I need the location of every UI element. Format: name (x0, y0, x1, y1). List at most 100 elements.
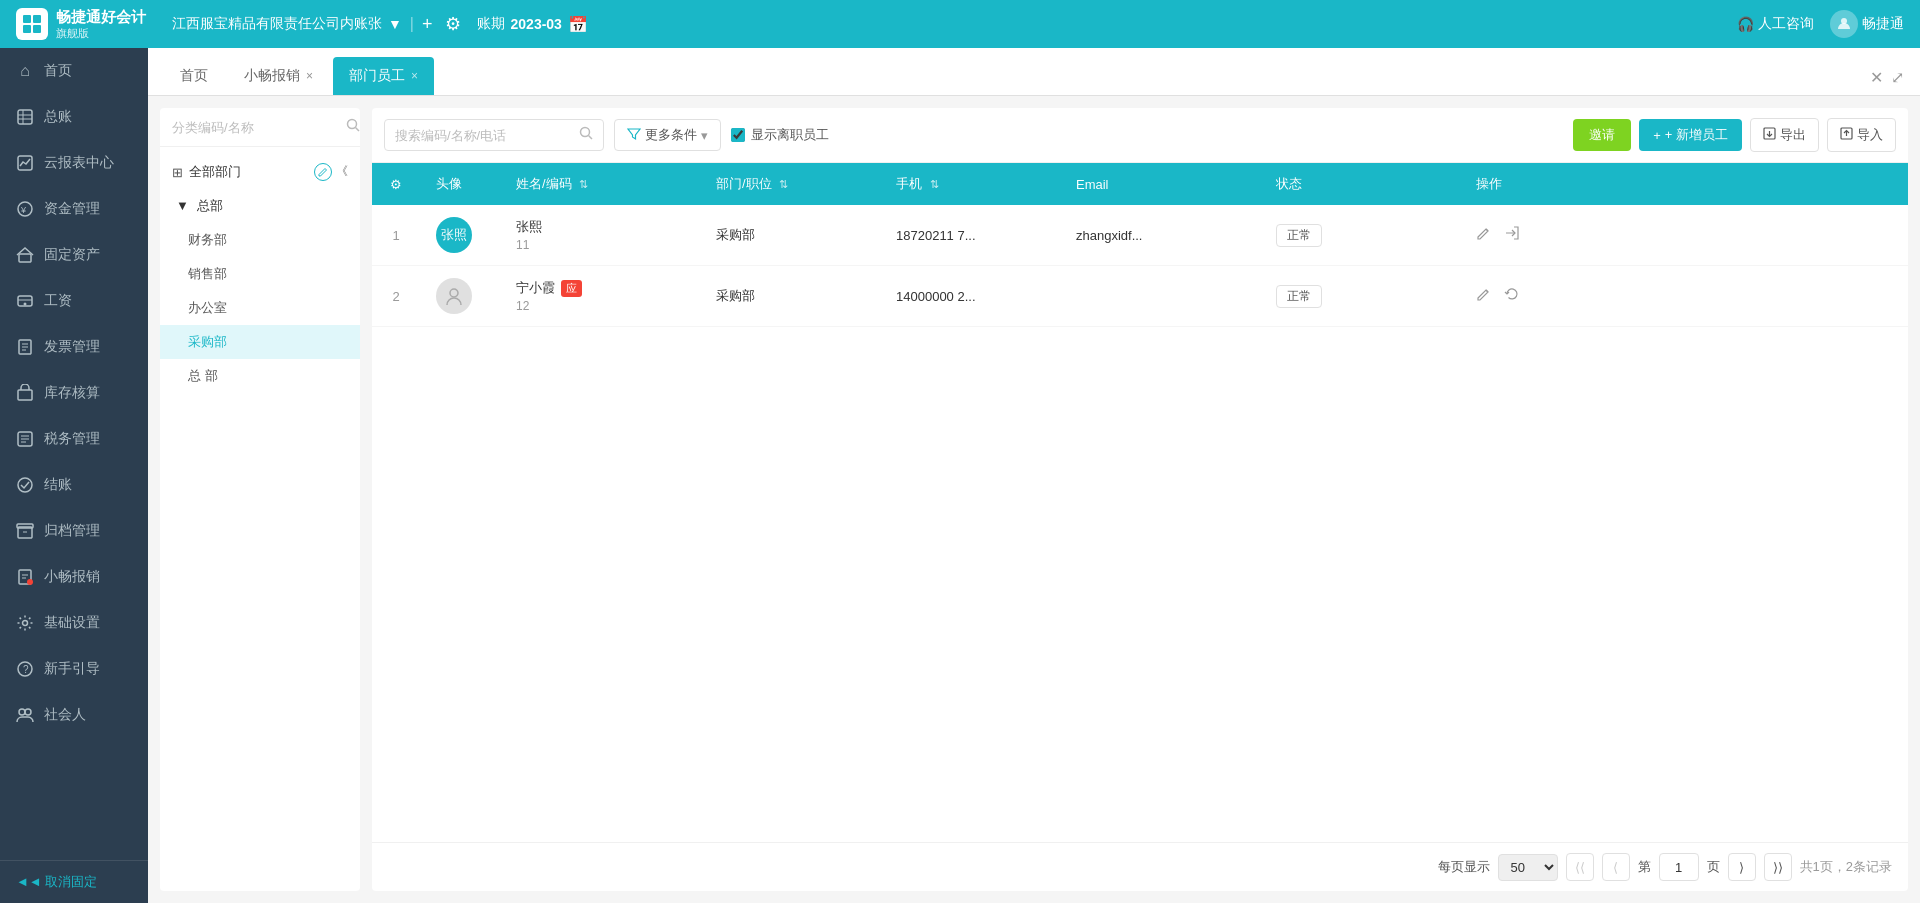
dept-node-sales[interactable]: 销售部 (160, 257, 360, 291)
employee-name-1: 张熙 (516, 218, 684, 236)
edit-employee-2-btn[interactable] (1476, 286, 1492, 306)
column-settings-icon[interactable]: ⚙ (390, 177, 402, 192)
dept-cell-2: 采购部 (700, 266, 880, 327)
tab-home[interactable]: 首页 (164, 57, 224, 95)
cancel-fixed-btn[interactable]: ◄◄ 取消固定 (0, 860, 148, 903)
svg-point-15 (24, 303, 27, 306)
sidebar-item-xiaochang[interactable]: 小畅报销 (0, 554, 148, 600)
svg-rect-0 (23, 15, 31, 23)
col-actions: 操作 (1460, 163, 1908, 205)
sidebar-item-basic-settings[interactable]: 基础设置 (0, 600, 148, 646)
toolbar-right: 邀请 + + 新增员工 (1573, 118, 1896, 152)
filter-chevron-icon: ▾ (701, 128, 708, 143)
user-area[interactable]: 畅捷通 (1830, 10, 1904, 38)
svg-rect-3 (33, 25, 41, 33)
dept-node-headquarters[interactable]: 总 部 (160, 359, 360, 393)
filter-btn[interactable]: 更多条件 ▾ (614, 119, 721, 151)
svg-point-36 (19, 709, 25, 715)
sidebar: ⌂ 首页 总账 云报表中心 (0, 48, 148, 903)
dept-collapse-icon[interactable]: 《 (336, 163, 348, 181)
email-cell-2 (1060, 266, 1260, 327)
content-area: 首页 小畅报销 × 部门员工 × ✕ ⤢ (148, 48, 1920, 903)
col-phone: 手机 ⇅ (880, 163, 1060, 205)
tab-close-xiao-chang[interactable]: × (306, 69, 313, 83)
import-btn[interactable]: 导入 (1827, 118, 1896, 152)
svg-rect-1 (33, 15, 41, 23)
fixed-assets-icon (16, 246, 34, 264)
archive-icon (16, 522, 34, 540)
sidebar-item-new-guide[interactable]: ? 新手引导 (0, 646, 148, 692)
user-avatar (1830, 10, 1858, 38)
status-cell-1: 正常 (1260, 205, 1460, 266)
dept-node-office[interactable]: 办公室 (160, 291, 360, 325)
total-info: 共1页，2条记录 (1800, 858, 1892, 876)
logout-employee-1-btn[interactable] (1504, 225, 1520, 245)
page-prev-btn[interactable]: ⟨ (1602, 853, 1630, 881)
settings-icon (16, 614, 34, 632)
tab-dept-employee[interactable]: 部门员工 × (333, 57, 434, 95)
sidebar-item-tax[interactable]: 税务管理 (0, 416, 148, 462)
email-cell-1: zhangxidf... (1060, 205, 1260, 266)
sidebar-item-archive[interactable]: 归档管理 (0, 508, 148, 554)
show-resigned-checkbox-label[interactable]: 显示离职员工 (731, 126, 829, 144)
sidebar-item-salary[interactable]: 工资 (0, 278, 148, 324)
company-name[interactable]: 江西服宝精品有限责任公司内账张 ▼ (172, 15, 402, 33)
page-size-select[interactable]: 10 20 50 100 (1498, 854, 1558, 881)
employee-tag-2: 应 (561, 280, 582, 297)
employee-search-input[interactable] (395, 128, 573, 143)
header-right: 🎧 人工咨询 畅捷通 (1737, 10, 1904, 38)
dept-search-input[interactable] (172, 120, 340, 135)
sidebar-item-general-ledger[interactable]: 总账 (0, 94, 148, 140)
status-badge-1: 正常 (1276, 224, 1322, 247)
dept-search-icon[interactable] (346, 118, 360, 136)
page-next-btn[interactable]: ⟩ (1728, 853, 1756, 881)
tab-close-dept-employee[interactable]: × (411, 69, 418, 83)
edit-employee-1-btn[interactable] (1476, 225, 1492, 245)
reset-employee-2-btn[interactable] (1504, 286, 1520, 306)
ai-service-btn[interactable]: 🎧 人工咨询 (1737, 15, 1814, 33)
page-last-btn[interactable]: ⟩⟩ (1764, 853, 1792, 881)
tab-xiao-chang-expense[interactable]: 小畅报销 × (228, 57, 329, 95)
dept-node-finance[interactable]: 财务部 (160, 223, 360, 257)
tax-icon (16, 430, 34, 448)
tabs-actions: ✕ ⤢ (1870, 68, 1904, 95)
page-input[interactable] (1659, 853, 1699, 881)
svg-point-25 (18, 478, 32, 492)
sidebar-item-funds[interactable]: ¥ 资金管理 (0, 186, 148, 232)
add-employee-btn[interactable]: + + 新增员工 (1639, 119, 1742, 151)
sidebar-item-inventory[interactable]: 库存核算 (0, 370, 148, 416)
sidebar-item-home[interactable]: ⌂ 首页 (0, 48, 148, 94)
sort-name-icon[interactable]: ⇅ (579, 178, 588, 190)
dept-node-purchase[interactable]: 采购部 (160, 325, 360, 359)
sidebar-item-checkout[interactable]: 结账 (0, 462, 148, 508)
sidebar-item-partner[interactable]: 社会人 (0, 692, 148, 738)
svg-rect-5 (18, 110, 32, 124)
show-resigned-checkbox[interactable] (731, 128, 745, 142)
sidebar-item-fixed-assets[interactable]: 固定资产 (0, 232, 148, 278)
row-num-2: 2 (372, 266, 420, 327)
dept-edit-icon[interactable] (314, 163, 332, 181)
invite-btn[interactable]: 邀请 (1573, 119, 1631, 151)
sidebar-item-reports[interactable]: 云报表中心 (0, 140, 148, 186)
svg-point-40 (581, 128, 590, 137)
page-content: ⊞ 全部部门 《 (148, 96, 1920, 903)
tab-close-window-btn[interactable]: ✕ (1870, 68, 1883, 87)
name-code-cell-2: 宁小霞 应 12 (500, 266, 700, 327)
sort-dept-icon[interactable]: ⇅ (779, 178, 788, 190)
export-btn[interactable]: 导出 (1750, 118, 1819, 152)
dept-panel: ⊞ 全部部门 《 (160, 108, 360, 891)
inventory-icon (16, 384, 34, 402)
dept-node-zongbu[interactable]: ▼ 总部 (160, 189, 360, 223)
guide-icon: ? (16, 660, 34, 678)
page-first-btn[interactable]: ⟨⟨ (1566, 853, 1594, 881)
sort-phone-icon[interactable]: ⇅ (930, 178, 939, 190)
sidebar-item-invoice[interactable]: 发票管理 (0, 324, 148, 370)
tab-maximize-btn[interactable]: ⤢ (1891, 68, 1904, 87)
all-dept-header[interactable]: ⊞ 全部部门 《 (160, 155, 360, 189)
avatar-cell-2 (420, 266, 500, 327)
main-layout: ⌂ 首页 总账 云报表中心 (0, 48, 1920, 903)
reports-icon (16, 154, 34, 172)
employee-code-2: 12 (516, 299, 684, 313)
employee-search-icon[interactable] (579, 126, 593, 144)
col-name-code: 姓名/编码 ⇅ (500, 163, 700, 205)
